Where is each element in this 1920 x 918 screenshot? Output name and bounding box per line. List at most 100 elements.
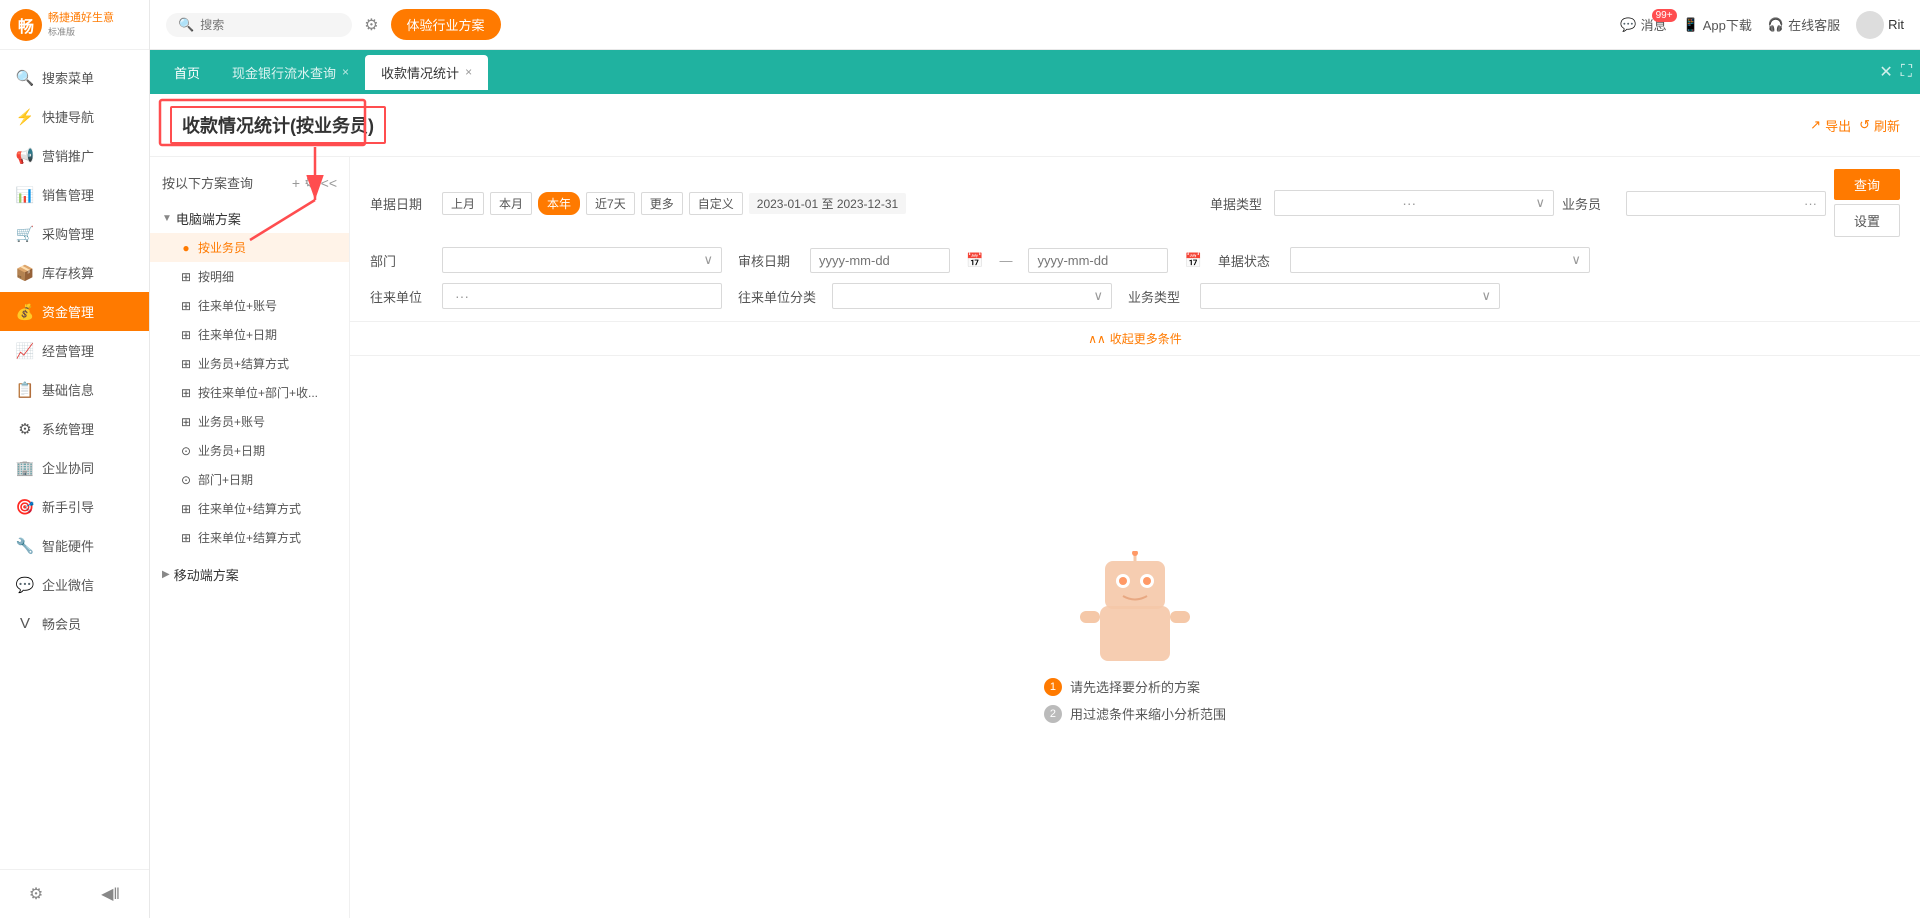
date-btn-last-month[interactable]: 上月: [442, 192, 484, 215]
collapse-filter-bar[interactable]: ∧∧ 收起更多条件: [350, 322, 1920, 356]
salesperson-scheme-icon: ●: [178, 240, 194, 256]
gear-icon[interactable]: ⚙: [364, 15, 378, 35]
scheme-dept-date[interactable]: ⊙ 部门+日期: [150, 465, 349, 494]
tabbar-actions: ✕ ⛶: [1879, 62, 1912, 82]
system-icon: ⚙: [16, 420, 34, 438]
step-2-number: 2: [1044, 705, 1062, 723]
tab-receipt-close[interactable]: ×: [465, 65, 472, 79]
date-btn-custom[interactable]: 自定义: [689, 192, 743, 215]
doc-type-dots[interactable]: ···: [1402, 195, 1416, 211]
partner-date-icon: ⊞: [178, 327, 194, 343]
trial-button[interactable]: 体验行业方案: [391, 9, 501, 40]
query-button[interactable]: 查询: [1834, 169, 1900, 200]
business-type-select[interactable]: ∨: [1200, 283, 1500, 309]
tab-home[interactable]: 首页: [158, 55, 216, 90]
scheme-partner-dept[interactable]: ⊞ 按往来单位+部门+收...: [150, 378, 349, 407]
date-btn-more[interactable]: 更多: [641, 192, 683, 215]
partner-dept-icon: ⊞: [178, 385, 194, 401]
review-date-start[interactable]: [810, 248, 950, 273]
dept-date-icon: ⊙: [178, 472, 194, 488]
search-input[interactable]: [200, 18, 340, 32]
review-date-end[interactable]: [1028, 248, 1168, 273]
message-button[interactable]: 💬 消息 99+: [1620, 15, 1666, 34]
empty-step-1: 1 请先选择要分析的方案: [1044, 677, 1226, 696]
left-panel: 按以下方案查询 + ⚙ << ▼ 电脑端方案 ● 按业务员: [150, 157, 350, 918]
sidebar-item-inventory[interactable]: 📦 库存核算: [0, 253, 149, 292]
maximize-btn[interactable]: ⛶: [1901, 62, 1912, 82]
sidebar-item-wechat[interactable]: 💬 企业微信: [0, 565, 149, 604]
sidebar-item-basic[interactable]: 📋 基础信息: [0, 370, 149, 409]
scheme-partner-date[interactable]: ⊞ 往来单位+日期: [150, 320, 349, 349]
calendar-end-icon[interactable]: 📅: [1184, 252, 1201, 269]
date-btn-this-month[interactable]: 本月: [490, 192, 532, 215]
scheme-salesperson-account[interactable]: ⊞ 业务员+账号: [150, 407, 349, 436]
sidebar-item-search[interactable]: 🔍 搜索菜单: [0, 58, 149, 97]
filter-settings-button[interactable]: 设置: [1834, 204, 1900, 237]
mobile-scheme-section: ▶ 移动端方案: [150, 556, 349, 593]
mobile-scheme-header[interactable]: ▶ 移动端方案: [150, 560, 349, 589]
scheme-partner-account[interactable]: ⊞ 往来单位+账号: [150, 291, 349, 320]
scheme-by-detail[interactable]: ⊞ 按明细: [150, 262, 349, 291]
scheme-settings-btn[interactable]: ⚙: [304, 174, 317, 191]
sidebar-item-finance[interactable]: 💰 资金管理: [0, 292, 149, 331]
date-btn-this-year[interactable]: 本年: [538, 192, 580, 215]
pc-scheme-label: 电脑端方案: [176, 209, 241, 228]
pc-scheme-header[interactable]: ▼ 电脑端方案: [150, 204, 349, 233]
collapse-sidebar-btn[interactable]: ◀‖: [95, 878, 126, 910]
refresh-button[interactable]: ↺ 刷新: [1859, 116, 1900, 135]
scheme-partner-settlement1[interactable]: ⊞ 往来单位+结算方式: [150, 494, 349, 523]
content-body: 按以下方案查询 + ⚙ << ▼ 电脑端方案 ● 按业务员: [150, 157, 1920, 918]
logo-icon: 畅: [10, 9, 42, 41]
add-scheme-btn[interactable]: +: [292, 175, 300, 191]
guide-icon: 🎯: [16, 498, 34, 516]
salesperson-select[interactable]: ···: [1626, 191, 1826, 216]
partner-select[interactable]: ···: [442, 283, 722, 309]
sidebar-item-quicknav[interactable]: ⚡ 快捷导航: [0, 97, 149, 136]
partner-account-icon: ⊞: [178, 298, 194, 314]
sidebar-item-system[interactable]: ⚙ 系统管理: [0, 409, 149, 448]
scheme-salesperson-settlement[interactable]: ⊞ 业务员+结算方式: [150, 349, 349, 378]
salesperson-dots[interactable]: ···: [1804, 196, 1817, 211]
doc-status-select[interactable]: ∨: [1290, 247, 1590, 273]
sidebar-item-purchase[interactable]: 🛒 采购管理: [0, 214, 149, 253]
scheme-by-salesperson[interactable]: ● 按业务员: [150, 233, 349, 262]
partner-category-select[interactable]: ∨: [832, 283, 1112, 309]
sidebar-item-marketing[interactable]: 📢 营销推广: [0, 136, 149, 175]
online-service-button[interactable]: 🎧 在线客服: [1768, 15, 1840, 34]
doc-type-chevron-icon: ∨: [1535, 195, 1545, 211]
user-menu[interactable]: Rit: [1856, 11, 1904, 39]
empty-step-2: 2 用过滤条件来缩小分析范围: [1044, 704, 1226, 723]
dept-select[interactable]: ∨: [442, 247, 722, 273]
scheme-partner-settlement2[interactable]: ⊞ 往来单位+结算方式: [150, 523, 349, 552]
scheme-salesperson-date[interactable]: ⊙ 业务员+日期: [150, 436, 349, 465]
sidebar-item-guide[interactable]: 🎯 新手引导: [0, 487, 149, 526]
tab-receipt[interactable]: 收款情况统计 ×: [365, 55, 488, 90]
doc-type-select[interactable]: ··· ∨: [1274, 190, 1554, 216]
sidebar-item-enterprise[interactable]: 🏢 企业协同: [0, 448, 149, 487]
collapse-panel-btn[interactable]: <<: [321, 175, 337, 191]
calendar-start-icon[interactable]: 📅: [966, 252, 983, 269]
page-content: 收款情况统计(按业务员) ↗ 导出 ↺ 刷新 按以下方案查询: [150, 94, 1920, 918]
settings-bottom-btn[interactable]: ⚙: [23, 878, 49, 910]
topbar-search-box[interactable]: 🔍: [166, 13, 352, 37]
salesperson-label: 业务员: [1562, 194, 1618, 213]
topbar-left: 🔍 ⚙ 体验行业方案: [166, 9, 501, 40]
sidebar-item-sales[interactable]: 📊 销售管理: [0, 175, 149, 214]
sidebar-item-hardware[interactable]: 🔧 智能硬件: [0, 526, 149, 565]
app-download-button[interactable]: 📱 App下载: [1683, 15, 1752, 34]
sidebar-item-operation[interactable]: 📈 经营管理: [0, 331, 149, 370]
dept-label: 部门: [370, 251, 426, 270]
tab-bank[interactable]: 现金银行流水查询 ×: [216, 55, 365, 90]
partner-dots[interactable]: ···: [455, 288, 469, 304]
collapse-icon: ∧∧: [1088, 332, 1106, 346]
sidebar-item-member[interactable]: V 畅会员: [0, 604, 149, 643]
tab-bank-close[interactable]: ×: [342, 65, 349, 79]
doc-status-chevron-icon: ∨: [1571, 252, 1581, 268]
partner-category-label: 往来单位分类: [738, 287, 816, 306]
date-range-display: 2023-01-01 至 2023-12-31: [749, 193, 906, 214]
business-type-label: 业务类型: [1128, 287, 1184, 306]
close-all-tabs-btn[interactable]: ✕: [1879, 62, 1892, 82]
export-button[interactable]: ↗ 导出: [1810, 116, 1851, 135]
date-btn-7days[interactable]: 近7天: [586, 192, 635, 215]
search-icon: 🔍: [178, 17, 194, 33]
